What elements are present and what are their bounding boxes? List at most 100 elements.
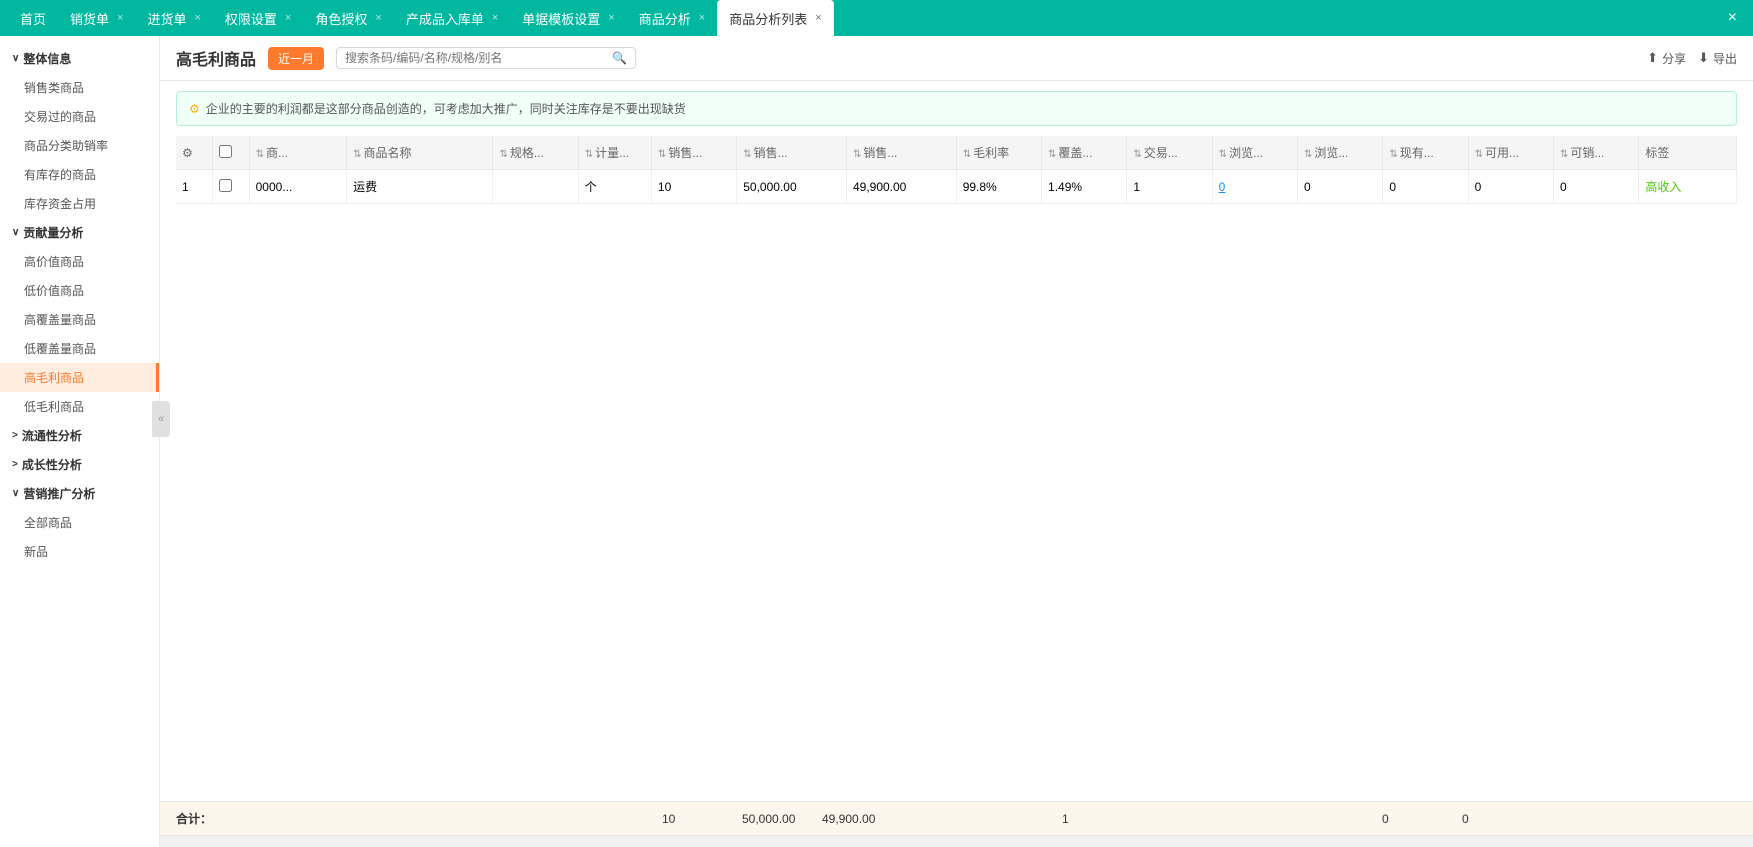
footer-bar: 合计： 1050,000.0049,900.00100 bbox=[160, 801, 1753, 835]
sidebar-group-贡献量分析[interactable]: ∨贡献量分析 bbox=[0, 218, 159, 247]
link-cell[interactable]: 0 bbox=[1219, 180, 1226, 194]
group-arrow: ∨ bbox=[12, 488, 19, 499]
sidebar-item-销售类商品[interactable]: 销售类商品 bbox=[0, 73, 159, 102]
table-cell: 1.49% bbox=[1042, 170, 1127, 204]
window-close-button[interactable]: × bbox=[1720, 9, 1745, 27]
nav-close-icon[interactable]: × bbox=[117, 12, 123, 24]
nav-close-icon[interactable]: × bbox=[375, 12, 381, 24]
nav-close-icon[interactable]: × bbox=[285, 12, 291, 24]
col-header-规格...[interactable]: ⇅规格... bbox=[493, 136, 578, 170]
sidebar-item-有库存的商品[interactable]: 有库存的商品 bbox=[0, 160, 159, 189]
footer-cell: 0 bbox=[1376, 812, 1456, 826]
sort-icon: ⇅ bbox=[256, 149, 264, 160]
sidebar-group-成长性分析[interactable]: >成长性分析 bbox=[0, 450, 159, 479]
sidebar-group-营销推广分析[interactable]: ∨营销推广分析 bbox=[0, 479, 159, 508]
sidebar-item-高覆盖量商品[interactable]: 高覆盖量商品 bbox=[0, 305, 159, 334]
horizontal-scrollbar[interactable] bbox=[160, 835, 1753, 847]
nav-item-进货单[interactable]: 进货单 × bbox=[135, 0, 212, 36]
col-header-商品名称[interactable]: ⇅商品名称 bbox=[347, 136, 493, 170]
table-cell: 49,900.00 bbox=[846, 170, 956, 204]
footer-label: 合计： bbox=[176, 810, 256, 827]
col-header-浏览...[interactable]: ⇅浏览... bbox=[1212, 136, 1297, 170]
footer-cell bbox=[1536, 812, 1616, 826]
nav-item-产成品入库单[interactable]: 产成品入库单 × bbox=[394, 0, 510, 36]
nav-item-商品分析列表[interactable]: 商品分析列表 × bbox=[717, 0, 833, 36]
select-all-checkbox[interactable] bbox=[219, 145, 232, 158]
col-header-浏览...[interactable]: ⇅浏览... bbox=[1298, 136, 1383, 170]
sidebar-item-低价值商品[interactable]: 低价值商品 bbox=[0, 276, 159, 305]
sort-icon: ⇅ bbox=[853, 149, 861, 160]
content-header: 高毛利商品 近一月 🔍 ⬆ 分享 ⬇ 导出 bbox=[160, 36, 1753, 81]
search-box: 🔍 bbox=[336, 47, 636, 69]
nav-item-角色授权[interactable]: 角色授权 × bbox=[303, 0, 393, 36]
sort-icon: ⇅ bbox=[743, 149, 751, 160]
sort-icon: ⇅ bbox=[1219, 149, 1227, 160]
sidebar-item-低毛利商品[interactable]: 低毛利商品 bbox=[0, 392, 159, 421]
col-header-计量...[interactable]: ⇅计量... bbox=[578, 136, 651, 170]
col-header-销售...[interactable]: ⇅销售... bbox=[651, 136, 736, 170]
footer-cell: 50,000.00 bbox=[736, 812, 816, 826]
col-header-交易...[interactable]: ⇅交易... bbox=[1127, 136, 1212, 170]
row-checkbox[interactable] bbox=[219, 179, 232, 192]
sidebar-item-新品[interactable]: 新品 bbox=[0, 537, 159, 566]
col-header-覆盖...[interactable]: ⇅覆盖... bbox=[1042, 136, 1127, 170]
sidebar-group-流通性分析[interactable]: >流通性分析 bbox=[0, 421, 159, 450]
col-header-商...[interactable]: ⇅商... bbox=[249, 136, 347, 170]
table-cell: 运费 bbox=[347, 170, 493, 204]
sort-icon: ⇅ bbox=[585, 149, 593, 160]
footer-cell bbox=[1216, 812, 1296, 826]
table-row: 10000...运费个1050,000.0049,900.0099.8%1.49… bbox=[176, 170, 1737, 204]
sidebar-item-高毛利商品[interactable]: 高毛利商品 bbox=[0, 363, 159, 392]
search-input[interactable] bbox=[345, 51, 608, 65]
nav-item-销货单[interactable]: 销货单 × bbox=[58, 0, 135, 36]
footer-cell bbox=[496, 812, 576, 826]
nav-close-icon[interactable]: × bbox=[194, 12, 200, 24]
time-filter-button[interactable]: 近一月 bbox=[268, 47, 324, 70]
nav-item-单据模板设置[interactable]: 单据模板设置 × bbox=[510, 0, 626, 36]
sidebar-collapse-button[interactable]: « bbox=[152, 401, 170, 437]
col-header-可用...[interactable]: ⇅可用... bbox=[1468, 136, 1553, 170]
table-cell: 0 bbox=[1553, 170, 1638, 204]
sidebar-item-商品分类助销率[interactable]: 商品分类助销率 bbox=[0, 131, 159, 160]
table-cell: 50,000.00 bbox=[737, 170, 847, 204]
table-cell: 0 bbox=[1212, 170, 1297, 204]
table-header-row: ⚙⇅商...⇅商品名称⇅规格...⇅计量...⇅销售...⇅销售...⇅销售..… bbox=[176, 136, 1737, 170]
group-arrow: ∨ bbox=[12, 227, 19, 238]
sort-icon: ⇅ bbox=[1048, 149, 1056, 160]
info-banner: ⚙ 企业的主要的利润都是这部分商品创造的，可考虑加大推广，同时关注库存是不要出现… bbox=[176, 91, 1737, 126]
nav-item-商品分析[interactable]: 商品分析 × bbox=[627, 0, 717, 36]
footer-cell bbox=[256, 812, 336, 826]
sidebar: ∨整体信息销售类商品交易过的商品商品分类助销率有库存的商品库存资金占用∨贡献量分… bbox=[0, 36, 160, 847]
sidebar-item-全部商品[interactable]: 全部商品 bbox=[0, 508, 159, 537]
col-header-现有...[interactable]: ⇅现有... bbox=[1383, 136, 1468, 170]
group-arrow: > bbox=[12, 459, 18, 470]
nav-close-icon[interactable]: × bbox=[815, 12, 821, 24]
col-header-毛利率[interactable]: ⇅毛利率 bbox=[956, 136, 1041, 170]
group-arrow: ∨ bbox=[12, 53, 19, 64]
info-icon: ⚙ bbox=[189, 102, 200, 116]
table-cell: 1 bbox=[1127, 170, 1212, 204]
sidebar-item-低覆盖量商品[interactable]: 低覆盖量商品 bbox=[0, 334, 159, 363]
export-button[interactable]: ⬇ 导出 bbox=[1698, 50, 1737, 67]
header-actions: ⬆ 分享 ⬇ 导出 bbox=[1647, 50, 1737, 67]
table-cell: 1 bbox=[176, 170, 213, 204]
nav-close-icon[interactable]: × bbox=[699, 12, 705, 24]
group-arrow: > bbox=[12, 430, 18, 441]
nav-item-权限设置[interactable]: 权限设置 × bbox=[213, 0, 303, 36]
sidebar-item-交易过的商品[interactable]: 交易过的商品 bbox=[0, 102, 159, 131]
col-header-销售...[interactable]: ⇅销售... bbox=[737, 136, 847, 170]
footer-cell bbox=[896, 812, 976, 826]
nav-close-icon[interactable]: × bbox=[492, 12, 498, 24]
footer-cell: 1 bbox=[1056, 812, 1136, 826]
share-button[interactable]: ⬆ 分享 bbox=[1647, 50, 1686, 67]
table-cell: 0 bbox=[1298, 170, 1383, 204]
sidebar-group-整体信息[interactable]: ∨整体信息 bbox=[0, 44, 159, 73]
sidebar-item-库存资金占用[interactable]: 库存资金占用 bbox=[0, 189, 159, 218]
nav-close-icon[interactable]: × bbox=[608, 12, 614, 24]
sidebar-item-高价值商品[interactable]: 高价值商品 bbox=[0, 247, 159, 276]
sort-icon: ⇅ bbox=[1560, 149, 1568, 160]
col-header-可销...[interactable]: ⇅可销... bbox=[1553, 136, 1638, 170]
nav-item-首页[interactable]: 首页 bbox=[8, 0, 58, 36]
col-header-销售...[interactable]: ⇅销售... bbox=[846, 136, 956, 170]
search-icon[interactable]: 🔍 bbox=[612, 51, 627, 65]
